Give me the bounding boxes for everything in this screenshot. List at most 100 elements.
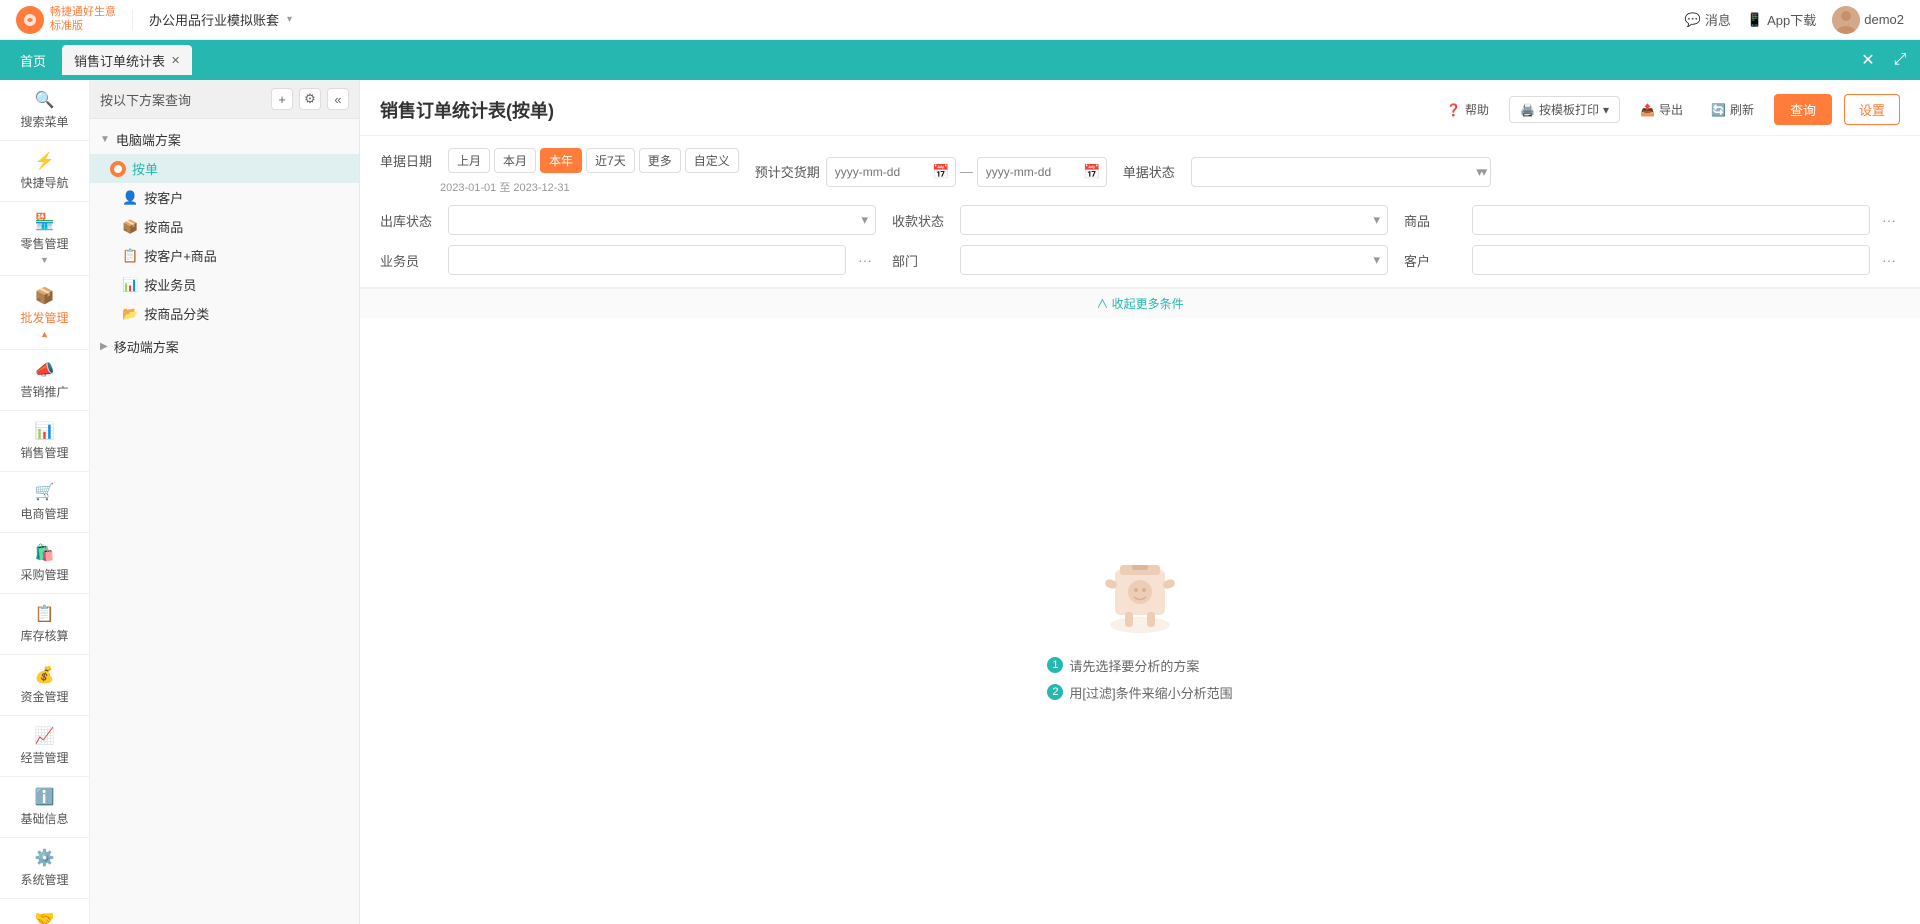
sidebar-item-finance[interactable]: 💰 资金管理 — [0, 655, 89, 716]
inventory-icon: 📋 — [35, 604, 55, 624]
collapse-panel-btn[interactable]: « — [327, 88, 349, 110]
expected-date-end[interactable] — [977, 157, 1107, 187]
sidebar-item-retail[interactable]: 🏪 零售管理 ▼ — [0, 202, 89, 276]
sidebar-item-search[interactable]: 🔍 搜索菜单 — [0, 80, 89, 141]
section-mobile-label: 移动端方案 — [114, 337, 179, 356]
out-status-select-wrap: 未出库 部分出库 全部出库 — [448, 205, 876, 235]
sidebar-item-wholesale[interactable]: 📦 批发管理 ▲ — [0, 276, 89, 350]
filter-row-1: 单据日期 上月 本月 本年 近7天 更多 自定义 2023-01-01 至 20… — [380, 148, 1900, 195]
empty-tip-2-text: 用[过滤]条件来缩小分析范围 — [1069, 683, 1232, 702]
section-desktop[interactable]: ▼ 电脑端方案 — [90, 125, 359, 154]
close-window-btn[interactable]: ✕ — [1856, 48, 1880, 72]
tab-sales-stats-label: 销售订单统计表 — [74, 51, 165, 70]
date-btn-more[interactable]: 更多 — [639, 148, 681, 173]
customer-more-dots[interactable]: ··· — [1878, 252, 1900, 268]
sidebar-item-purchase[interactable]: 🛍️ 采购管理 — [0, 533, 89, 594]
tab-home-label: 首页 — [20, 51, 46, 70]
sidebar-item-nav[interactable]: ⚡ 快捷导航 — [0, 141, 89, 202]
collapse-more-btn[interactable]: ∧ 收起更多条件 — [360, 288, 1920, 318]
filter-dept: 部门 — [892, 245, 1388, 275]
app-download-action[interactable]: 📱 App下载 — [1747, 10, 1816, 29]
tab-home[interactable]: 首页 — [8, 45, 58, 75]
tree-item-by-goods[interactable]: 📦 按商品 — [90, 212, 359, 241]
user-action[interactable]: demo2 — [1832, 6, 1904, 34]
customer-icon: 👤 — [122, 190, 138, 206]
goods-label: 商品 — [1404, 211, 1464, 230]
top-bar-left: 畅捷通好生意标准版 办公用品行业模拟账套 ▾ — [16, 6, 292, 34]
tab-close-icon[interactable]: ✕ — [171, 54, 180, 67]
page-title: 销售订单统计表(按单) — [380, 97, 554, 123]
tab-sales-stats[interactable]: 销售订单统计表 ✕ — [62, 45, 192, 75]
sidebar-item-operations[interactable]: 📈 经营管理 — [0, 716, 89, 777]
section-mobile[interactable]: ▶ 移动端方案 — [90, 332, 359, 361]
content-body: 1 请先选择要分析的方案 2 用[过滤]条件来缩小分析范围 — [360, 318, 1920, 924]
date-btn-7days[interactable]: 近7天 — [586, 148, 635, 173]
expected-date-start-wrap: 📅 — [826, 157, 956, 187]
customer-input[interactable] — [1472, 245, 1870, 275]
wholesale-arrow: ▲ — [40, 329, 49, 339]
sidebar: 🔍 搜索菜单 ⚡ 快捷导航 🏪 零售管理 ▼ 📦 批发管理 ▲ 📣 营销推广 📊… — [0, 80, 90, 924]
tree-item-by-goods-cat[interactable]: 📂 按商品分类 — [90, 299, 359, 328]
tree-item-by-salesperson[interactable]: 📊 按业务员 — [90, 270, 359, 299]
message-action[interactable]: 💬 消息 — [1685, 10, 1731, 29]
sidebar-item-inventory[interactable]: 📋 库存核算 — [0, 594, 89, 655]
date-btn-last-month[interactable]: 上月 — [448, 148, 490, 173]
dept-select[interactable] — [960, 245, 1388, 275]
sidebar-item-inventory-label: 库存核算 — [20, 627, 68, 644]
workspace-arrow[interactable]: ▾ — [287, 14, 292, 25]
settings-plan-btn[interactable]: ⚙ — [299, 88, 321, 110]
goods-input[interactable] — [1472, 205, 1870, 235]
content-area: 销售订单统计表(按单) ❓ 帮助 🖨️ 按模板打印 ▾ 📤 导出 🔄 刷新 — [360, 80, 1920, 924]
help-label: 帮助 — [1465, 101, 1489, 118]
receipt-status-label: 收款状态 — [892, 211, 952, 230]
sidebar-item-system[interactable]: ⚙️ 系统管理 — [0, 838, 89, 899]
export-icon: 📤 — [1640, 103, 1655, 117]
bill-status-select-wrap: 草稿 已提交 已审核 — [1191, 157, 1491, 187]
expand-window-btn[interactable]: ⤢ — [1888, 48, 1912, 72]
sidebar-item-basic[interactable]: ℹ️ 基础信息 — [0, 777, 89, 838]
tree-item-by-order[interactable]: 按单 — [90, 154, 359, 183]
print-template-btn[interactable]: 🖨️ 按模板打印 ▾ — [1509, 96, 1620, 123]
filter-customer: 客户 ··· — [1404, 245, 1900, 275]
goods-more-dots[interactable]: ··· — [1878, 212, 1900, 228]
empty-state: 1 请先选择要分析的方案 2 用[过滤]条件来缩小分析范围 — [360, 318, 1920, 924]
date-btn-this-month[interactable]: 本月 — [494, 148, 536, 173]
tip-num-1: 1 — [1047, 657, 1063, 673]
left-panel-title: 按以下方案查询 — [100, 90, 191, 109]
sidebar-item-purchase-label: 采购管理 — [20, 566, 68, 583]
out-status-select[interactable]: 未出库 部分出库 全部出库 — [448, 205, 876, 235]
logo-icon — [16, 6, 44, 34]
add-plan-btn[interactable]: + — [271, 88, 293, 110]
sidebar-item-ecommerce[interactable]: 🛒 电商管理 — [0, 472, 89, 533]
date-btn-this-year[interactable]: 本年 — [540, 148, 582, 173]
date-range-sub: 2023-01-01 至 2023-12-31 — [380, 177, 570, 195]
expected-date-start[interactable] — [826, 157, 956, 187]
workspace-title: 办公用品行业模拟账套 — [149, 10, 279, 29]
customer-label: 客户 — [1404, 251, 1464, 270]
export-btn[interactable]: 📤 导出 — [1632, 97, 1691, 122]
bill-status-select[interactable]: 草稿 已提交 已审核 — [1191, 157, 1491, 187]
salesperson-input[interactable] — [448, 245, 846, 275]
sidebar-item-retail-label: 零售管理 — [20, 235, 68, 252]
sidebar-item-sales[interactable]: 📊 销售管理 — [0, 411, 89, 472]
sidebar-item-wholesale-label: 批发管理 — [20, 309, 68, 326]
sales-icon: 📊 — [35, 421, 55, 441]
settings-btn[interactable]: 设置 — [1844, 94, 1900, 125]
tree-item-by-customer[interactable]: 👤 按客户 — [90, 183, 359, 212]
date-btn-custom[interactable]: 自定义 — [685, 148, 739, 173]
salesperson-more-dots[interactable]: ··· — [854, 252, 876, 268]
collab-icon: 🤝 — [35, 909, 55, 924]
empty-illustration — [1090, 540, 1190, 640]
expand-icon: ▼ — [100, 134, 110, 145]
query-btn[interactable]: 查询 — [1774, 94, 1832, 125]
tree-item-by-customer-goods[interactable]: 📋 按客户+商品 — [90, 241, 359, 270]
sidebar-item-collab[interactable]: 🤝 企业协同 — [0, 899, 89, 924]
refresh-btn[interactable]: 🔄 刷新 — [1703, 97, 1762, 122]
left-panel-header: 按以下方案查询 + ⚙ « — [90, 80, 359, 119]
sidebar-item-marketing[interactable]: 📣 营销推广 — [0, 350, 89, 411]
sidebar-item-operations-label: 经营管理 — [20, 749, 68, 766]
help-btn[interactable]: ❓ 帮助 — [1438, 97, 1497, 122]
receipt-status-select[interactable]: 未收款 部分收款 已收款 — [960, 205, 1388, 235]
filter-salesperson: 业务员 ··· — [380, 245, 876, 275]
date-separator: — — [960, 164, 973, 179]
